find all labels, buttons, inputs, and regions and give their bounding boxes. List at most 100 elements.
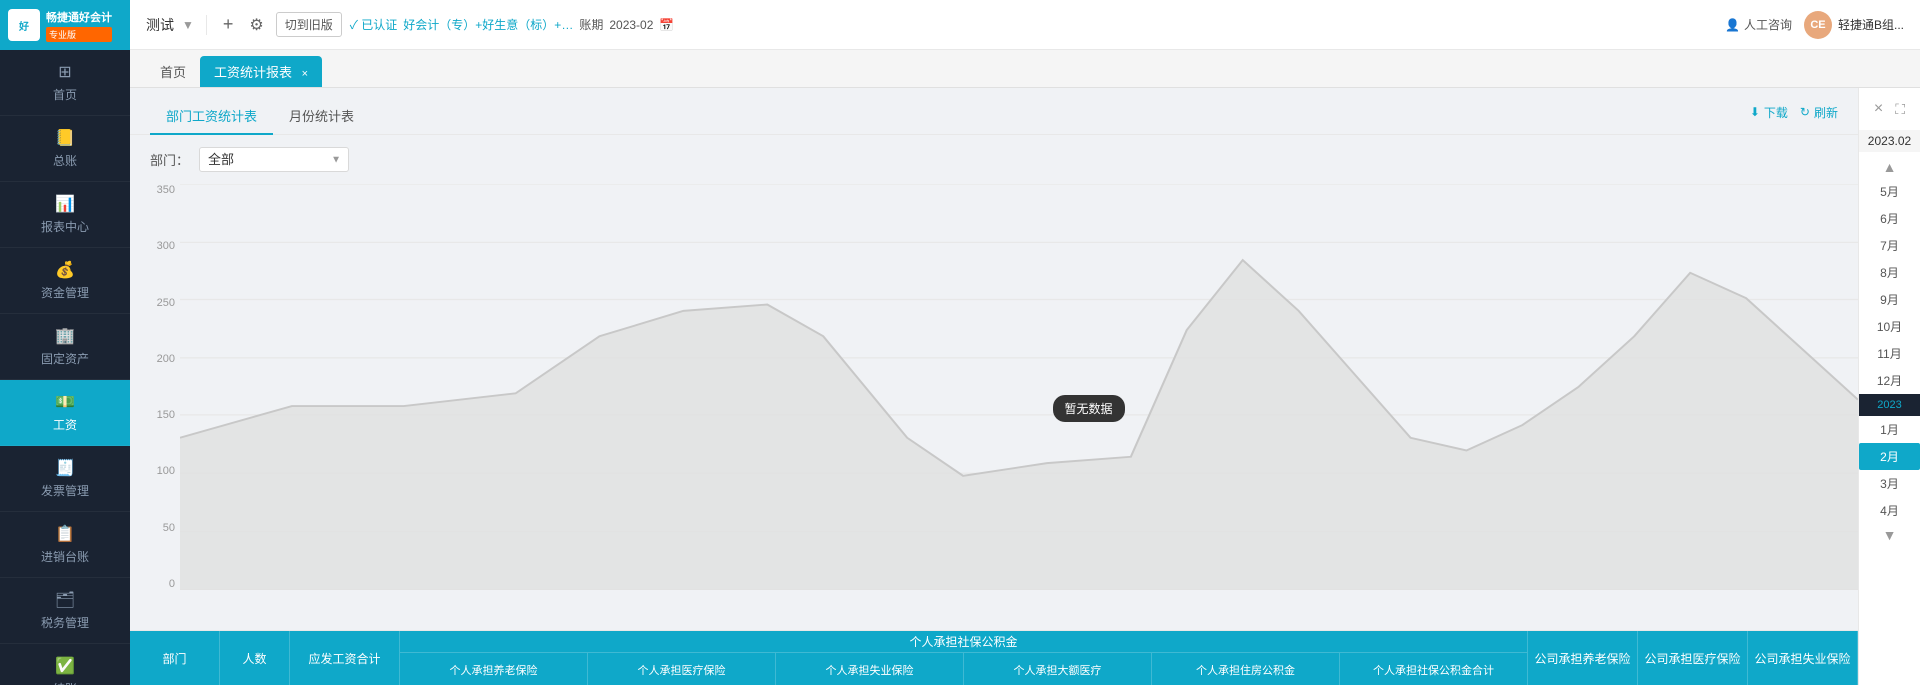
th-co-unemployment: 公司承担失业保险 <box>1748 631 1858 685</box>
tab-home[interactable]: 首页 <box>146 56 200 87</box>
sidebar-item-label: 固定资产 <box>41 350 89 367</box>
sidebar-item-ledger[interactable]: 📒 总账 <box>0 116 130 182</box>
sidebar: 好 畅捷通好会计 专业版 ⊞首页 📒 总账 📊 报表中心 💰 资金管理 🏢 固定资产 💵工资 🧾 发票… <box>0 0 130 685</box>
sales-icon: 📋 <box>55 524 75 544</box>
th-housing-fund: 个人承担住房公积金 <box>1152 653 1340 685</box>
assets-icon: 🏢 <box>55 326 75 346</box>
year-2023: 2023 <box>1859 394 1920 416</box>
sidebar-item-label: 结账 <box>53 680 77 685</box>
current-date-display: 2023.02 <box>1859 130 1920 152</box>
sidebar-item-checkout[interactable]: ✅结账 <box>0 644 130 685</box>
sidebar-item-label: 总账 <box>53 152 77 169</box>
add-button[interactable]: + <box>219 14 238 35</box>
sidebar-item-funds[interactable]: 💰 资金管理 <box>0 248 130 314</box>
bottom-table: 部门 人数 应发工资合计 个人承担社保公积金 <box>130 630 1858 685</box>
sidebar-item-label: 报表中心 <box>41 218 89 235</box>
logo-icon: 好 <box>8 9 40 41</box>
month-4[interactable]: 4月 <box>1859 497 1920 524</box>
sidebar-item-home[interactable]: ⊞首页 <box>0 50 130 116</box>
invoice-icon: 🧾 <box>55 458 75 478</box>
month-8[interactable]: 8月 <box>1859 259 1920 286</box>
th-total-social: 个人承担社保公积金合计 <box>1340 653 1528 685</box>
tab-close-icon[interactable]: × <box>302 68 308 80</box>
sidebar-item-assets[interactable]: 🏢 固定资产 <box>0 314 130 380</box>
date-list: 5月 6月 7月 8月 9月 10月 11月 12月 2023 1月 2月 3月… <box>1859 178 1920 524</box>
calendar-icon[interactable]: 📅 <box>659 18 674 32</box>
month-1[interactable]: 1月 <box>1859 416 1920 443</box>
sidebar-item-salary[interactable]: 💵工资 <box>0 380 130 446</box>
th-co-medical: 公司承担医疗保险 <box>1638 631 1748 685</box>
help-icon: 👤 <box>1725 18 1740 32</box>
th-sub-row: 个人承担养老保险 个人承担医疗保险 个人承担失业保险 个人承担大额医疗 <box>400 653 1528 685</box>
panel-expand-button[interactable]: ⛶ <box>1891 96 1909 122</box>
company-name: 测试 <box>146 15 174 35</box>
content-area: 部门工资统计表 月份统计表 ⬇ 下载 ↻ 刷新 部门： <box>130 88 1920 685</box>
download-button[interactable]: ⬇ 下载 <box>1750 104 1788 121</box>
period-value: 2023-02 <box>609 18 653 32</box>
sidebar-item-label: 发票管理 <box>41 482 89 499</box>
logo-text: 畅捷通好会计 专业版 <box>46 9 112 42</box>
month-11[interactable]: 11月 <box>1859 340 1920 367</box>
username: 轻捷通B组... <box>1838 16 1904 33</box>
subtab-department[interactable]: 部门工资统计表 <box>150 98 273 135</box>
subtab-actions: ⬇ 下载 ↻ 刷新 <box>1750 104 1838 129</box>
avatar: CE <box>1804 11 1832 39</box>
download-icon: ⬇ <box>1750 105 1760 119</box>
plan-badges: 好会计（专）+好生意（标）+… <box>403 16 573 33</box>
department-label: 部门： <box>150 150 189 169</box>
th-major-medical: 个人承担大额医疗 <box>964 653 1152 685</box>
chart-svg-area: 暂无数据 <box>180 184 1858 590</box>
month-12[interactable]: 12月 <box>1859 367 1920 394</box>
ledger-icon: 📒 <box>55 128 75 148</box>
home-icon: ⊞ <box>58 62 71 82</box>
department-select[interactable]: 全部 财务部 销售部 技术部 行政部 <box>199 147 349 172</box>
switch-version-button[interactable]: 切到旧版 <box>276 12 342 37</box>
table-header: 部门 人数 应发工资合计 个人承担社保公积金 <box>130 631 1858 685</box>
sidebar-item-label: 工资 <box>53 416 77 433</box>
sidebar-item-label: 进销台账 <box>41 548 89 565</box>
refresh-button[interactable]: ↻ 刷新 <box>1800 104 1838 121</box>
department-select-wrapper: 全部 财务部 销售部 技术部 行政部 <box>199 147 349 172</box>
th-headcount: 人数 <box>220 631 290 685</box>
refresh-icon: ↻ <box>1800 105 1810 119</box>
th-unemployment: 个人承担失业保险 <box>776 653 964 685</box>
th-department: 部门 <box>130 631 220 685</box>
company-dropdown-icon[interactable]: ▼ <box>182 18 194 32</box>
month-5[interactable]: 5月 <box>1859 178 1920 205</box>
tab-salary-report[interactable]: 工资统计报表 × <box>200 56 322 87</box>
main-content: 测试 ▼ + ⚙ 切到旧版 ✓ 已认证 好会计（专）+好生意（标）+… 账期 2… <box>130 0 1920 685</box>
filter-bar: 部门： 全部 财务部 销售部 技术部 行政部 <box>130 135 1858 184</box>
tax-icon: 🗂 <box>55 590 75 610</box>
month-3[interactable]: 3月 <box>1859 470 1920 497</box>
month-6[interactable]: 6月 <box>1859 205 1920 232</box>
topbar: 测试 ▼ + ⚙ 切到旧版 ✓ 已认证 好会计（专）+好生意（标）+… 账期 2… <box>130 0 1920 50</box>
topbar-divider <box>206 15 207 35</box>
help-button[interactable]: 👤 人工咨询 <box>1725 16 1792 33</box>
settings-button[interactable]: ⚙ <box>245 15 267 35</box>
right-date-panel: × ⛶ 2023.02 ▲ 5月 6月 7月 8月 9月 10月 11月 12月… <box>1858 88 1920 685</box>
th-medical: 个人承担医疗保险 <box>588 653 776 685</box>
funds-icon: 💰 <box>55 260 75 280</box>
month-2-active[interactable]: 2月 <box>1859 443 1920 470</box>
sidebar-item-reports[interactable]: 📊 报表中心 <box>0 182 130 248</box>
chart-area: 350 300 250 200 150 100 50 0 <box>130 184 1858 630</box>
user-profile[interactable]: CE 轻捷通B组... <box>1804 11 1904 39</box>
sidebar-item-invoice[interactable]: 🧾 发票管理 <box>0 446 130 512</box>
panel-close-button[interactable]: × <box>1870 96 1887 122</box>
sidebar-nav: ⊞首页 📒 总账 📊 报表中心 💰 资金管理 🏢 固定资产 💵工资 🧾 发票管理 📋 进销台账 🗂税务管理✅… <box>0 50 130 685</box>
date-nav-up[interactable]: ▲ <box>1880 156 1900 178</box>
reports-icon: 📊 <box>55 194 75 214</box>
main-panel: 部门工资统计表 月份统计表 ⬇ 下载 ↻ 刷新 部门： <box>130 88 1858 685</box>
sidebar-logo: 好 畅捷通好会计 专业版 <box>0 0 130 50</box>
sidebar-item-label: 资金管理 <box>41 284 89 301</box>
subtab-monthly[interactable]: 月份统计表 <box>273 98 370 135</box>
month-9[interactable]: 9月 <box>1859 286 1920 313</box>
th-personal-group: 个人承担社保公积金 个人承担养老保险 个人承担医疗保险 个人承担失业保险 <box>400 631 1528 685</box>
sidebar-item-sales[interactable]: 📋 进销台账 <box>0 512 130 578</box>
month-10[interactable]: 10月 <box>1859 313 1920 340</box>
date-nav-down[interactable]: ▼ <box>1880 524 1900 546</box>
th-group-title: 个人承担社保公积金 <box>400 631 1528 653</box>
month-7[interactable]: 7月 <box>1859 232 1920 259</box>
sidebar-item-tax[interactable]: 🗂税务管理 <box>0 578 130 644</box>
y-axis: 350 300 250 200 150 100 50 0 <box>140 184 175 590</box>
